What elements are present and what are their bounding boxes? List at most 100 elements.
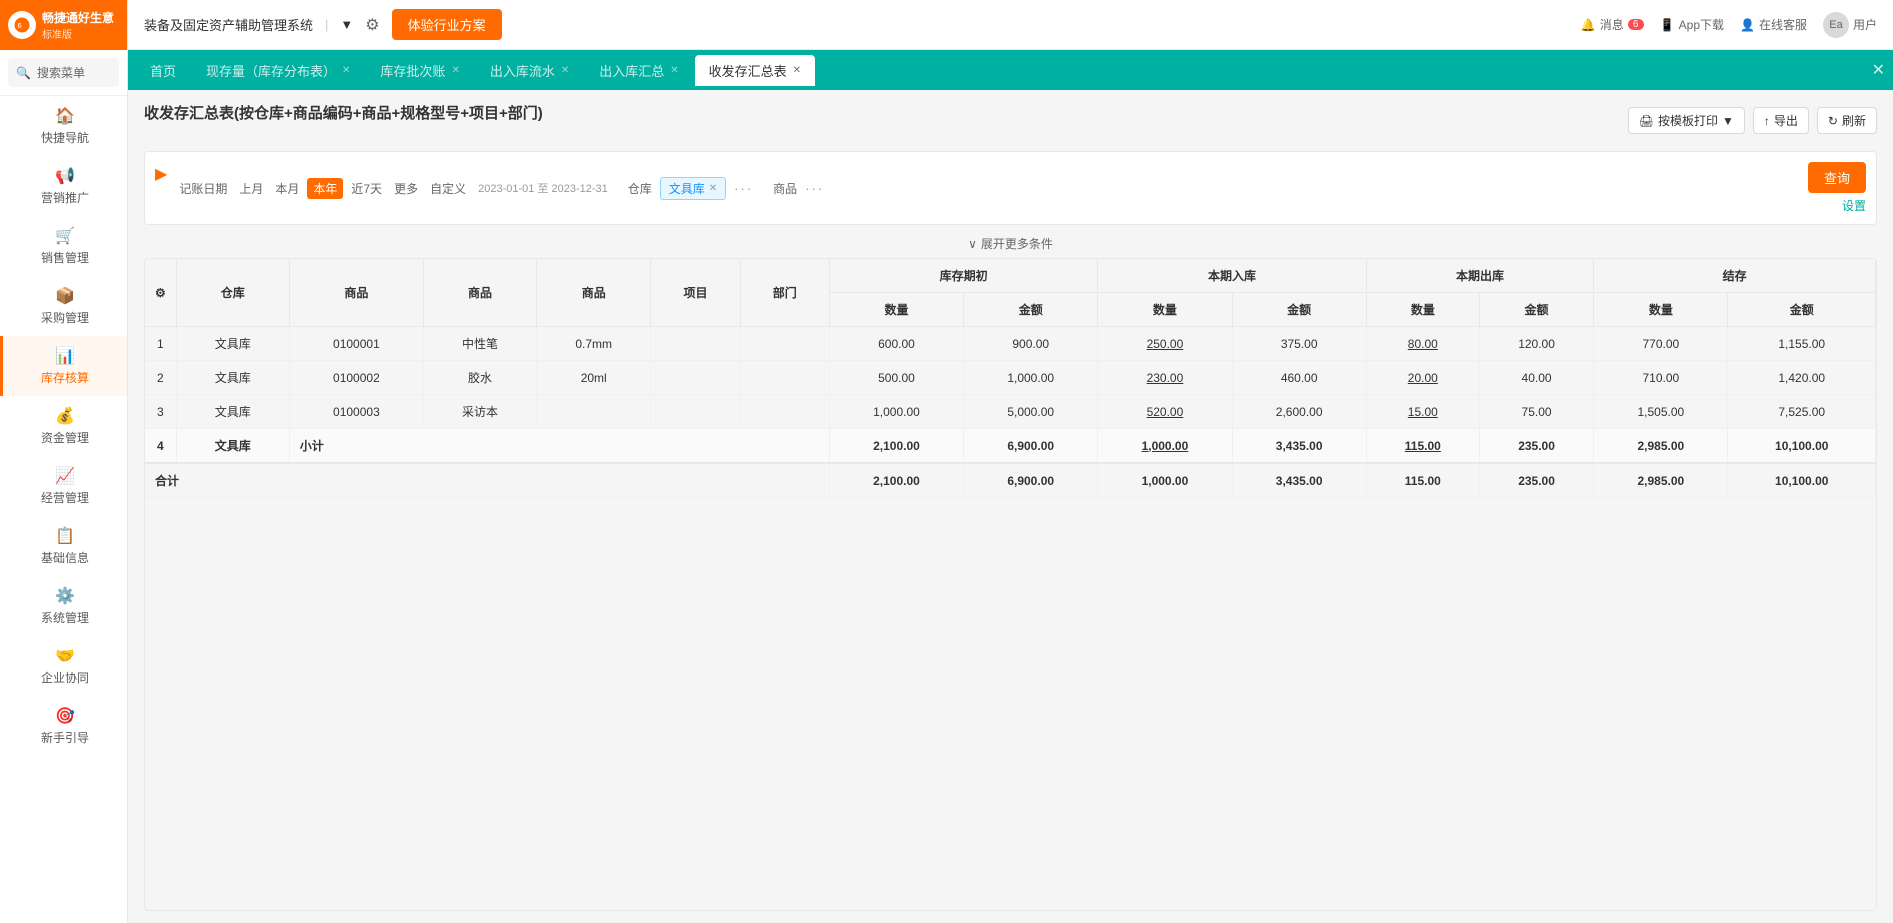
- export-btn[interactable]: ↑ 导出: [1753, 107, 1809, 134]
- tab-close-inout-flow[interactable]: ✕: [561, 65, 569, 76]
- cell-opening-amt: 1,000.00: [964, 361, 1098, 395]
- bell-icon: 🔔: [1581, 18, 1596, 32]
- refresh-btn[interactable]: ↻ 刷新: [1817, 107, 1877, 134]
- cell-goods-code: 0100003: [289, 395, 423, 429]
- export-icon: ↑: [1764, 114, 1770, 128]
- tab-close-batch[interactable]: ✕: [451, 65, 459, 76]
- tab-close-recv-send[interactable]: ✕: [793, 65, 801, 76]
- warehouse-filter-more[interactable]: ···: [734, 181, 753, 196]
- sidebar-item-inventory[interactable]: 📊 库存核算: [0, 336, 127, 396]
- tabs-close-all-btn[interactable]: ✕: [1872, 60, 1885, 80]
- cell-department: [740, 361, 829, 395]
- trial-btn[interactable]: 体验行业方案: [392, 9, 502, 40]
- tab-batch[interactable]: 库存批次账 ✕: [366, 55, 473, 86]
- tab-inout-summary[interactable]: 出入库汇总 ✕: [585, 55, 692, 86]
- page-title: 收发存汇总表(按仓库+商品编码+商品+规格型号+项目+部门): [144, 102, 543, 123]
- date-range-display: 2023-01-01 至 2023-12-31: [478, 180, 608, 196]
- subtotal-in-qty[interactable]: 1,000.00: [1098, 429, 1232, 464]
- th-opening-amt: 金额: [964, 293, 1098, 327]
- sidebar-item-purchase[interactable]: 📦 采购管理: [0, 276, 127, 336]
- print-btn[interactable]: 🖨 按模板打印 ▼: [1628, 107, 1745, 134]
- cell-project: [651, 361, 740, 395]
- finance-icon: 💰: [55, 406, 75, 426]
- cell-warehouse: 文具库: [176, 327, 289, 361]
- logo-icon: 6: [8, 11, 36, 39]
- cell-closing-qty: 710.00: [1594, 361, 1728, 395]
- sidebar-item-basic[interactable]: 📋 基础信息: [0, 516, 127, 576]
- cell-goods-code: 0100002: [289, 361, 423, 395]
- filter-row: 记账日期 上月 本月 本年 近7天 更多 自定义 2023-01-01 至 20…: [179, 162, 1866, 214]
- subtotal-label: 小计: [289, 429, 829, 464]
- search-icon: 🔍: [16, 66, 31, 80]
- expand-conditions-btn[interactable]: ∨ 展开更多条件: [968, 235, 1053, 252]
- filter-toggle-icon[interactable]: ▶: [155, 164, 167, 184]
- tab-stock-dist[interactable]: 现存量（库存分布表） ✕: [192, 55, 364, 86]
- tab-inout-flow[interactable]: 出入库流水 ✕: [476, 55, 583, 86]
- cell-closing-qty: 770.00: [1594, 327, 1728, 361]
- cell-out-qty[interactable]: 80.00: [1366, 327, 1479, 361]
- svg-text:6: 6: [18, 21, 22, 30]
- settings-link[interactable]: 设置: [1842, 197, 1866, 214]
- notifications-btn[interactable]: 🔔 消息 6: [1581, 16, 1644, 33]
- gear-icon[interactable]: ⚙: [155, 286, 166, 300]
- tab-close-inout-summary[interactable]: ✕: [670, 65, 678, 76]
- cell-no: 2: [145, 361, 176, 395]
- app-download-btn[interactable]: 📱 App下载: [1660, 16, 1724, 33]
- table-row: 3 文具库 0100003 采访本 1,000.00 5,000.00 520.…: [145, 395, 1876, 429]
- cell-in-qty[interactable]: 520.00: [1098, 395, 1232, 429]
- quick-nav-icon: 🏠: [55, 106, 75, 126]
- date-btn-more[interactable]: 更多: [390, 178, 422, 199]
- total-in-qty: 1,000.00: [1098, 463, 1232, 498]
- date-filter-group: 记账日期 上月 本月 本年 近7天 更多 自定义 2023-01-01 至 20…: [179, 178, 607, 199]
- th-out-qty: 数量: [1366, 293, 1479, 327]
- sidebar-nav: 🏠 快捷导航 📢 营销推广 🛒 销售管理 📦 采购管理 📊 库存核算 💰 资金管…: [0, 96, 127, 923]
- query-btn[interactable]: 查询: [1808, 162, 1866, 193]
- cell-out-qty[interactable]: 20.00: [1366, 361, 1479, 395]
- sidebar-item-sales[interactable]: 🛒 销售管理: [0, 216, 127, 276]
- cell-out-qty[interactable]: 15.00: [1366, 395, 1479, 429]
- date-btn-this-month[interactable]: 本月: [271, 178, 303, 199]
- sidebar-item-quick-nav[interactable]: 🏠 快捷导航: [0, 96, 127, 156]
- sidebar-item-guide[interactable]: 🎯 新手引导: [0, 696, 127, 756]
- online-service-btn[interactable]: 👤 在线客服: [1740, 16, 1807, 33]
- date-btn-7days[interactable]: 近7天: [347, 178, 386, 199]
- cell-in-amt: 375.00: [1232, 327, 1366, 361]
- cell-goods-name: 胶水: [424, 361, 537, 395]
- date-btn-this-year[interactable]: 本年: [307, 178, 343, 199]
- tab-home[interactable]: 首页: [136, 55, 190, 86]
- subtotal-out-qty[interactable]: 115.00: [1366, 429, 1479, 464]
- cell-goods-name: 采访本: [424, 395, 537, 429]
- th-group-out: 本期出库: [1366, 259, 1593, 293]
- subtotal-row: 4 文具库 小计 2,100.00 6,900.00 1,000.00 3,43…: [145, 429, 1876, 464]
- date-btn-custom[interactable]: 自定义: [426, 178, 470, 199]
- tab-recv-send[interactable]: 收发存汇总表 ✕: [695, 55, 815, 86]
- cell-in-qty[interactable]: 250.00: [1098, 327, 1232, 361]
- sidebar-item-system[interactable]: ⚙️ 系统管理: [0, 576, 127, 636]
- cell-out-amt: 75.00: [1479, 395, 1593, 429]
- sidebar-item-enterprise[interactable]: 🤝 企业协同: [0, 636, 127, 696]
- cell-closing-amt: 1,155.00: [1728, 327, 1876, 361]
- print-icon: 🖨: [1639, 114, 1654, 128]
- management-icon: 📈: [55, 466, 75, 486]
- sidebar-item-finance[interactable]: 💰 资金管理: [0, 396, 127, 456]
- basic-icon: 📋: [55, 526, 75, 546]
- system-switcher[interactable]: ▼: [340, 17, 353, 32]
- warehouse-tag-close-btn[interactable]: ✕: [709, 183, 717, 194]
- th-group-closing: 结存: [1594, 259, 1876, 293]
- cell-in-amt: 2,600.00: [1232, 395, 1366, 429]
- cell-goods-spec: 20ml: [537, 361, 651, 395]
- page-area: 收发存汇总表(按仓库+商品编码+商品+规格型号+项目+部门) 🖨 按模板打印 ▼…: [128, 90, 1893, 923]
- th-goods-code: 商品: [289, 259, 423, 327]
- sidebar-item-management[interactable]: 📈 经营管理: [0, 456, 127, 516]
- date-btn-last-month[interactable]: 上月: [235, 178, 267, 199]
- search-menu-button[interactable]: 🔍 搜索菜单: [8, 58, 119, 87]
- topbar: 装备及固定资产辅助管理系统 | ▼ ⚙ 体验行业方案 🔔 消息 6 📱 App下…: [128, 0, 1893, 50]
- th-group-opening: 库存期初: [829, 259, 1097, 293]
- subtotal-opening-amt: 6,900.00: [964, 429, 1098, 464]
- sidebar-item-marketing[interactable]: 📢 营销推广: [0, 156, 127, 216]
- goods-filter-more[interactable]: ···: [805, 181, 824, 196]
- user-menu-btn[interactable]: Ea 用户: [1823, 12, 1877, 38]
- cell-in-qty[interactable]: 230.00: [1098, 361, 1232, 395]
- gear-settings[interactable]: ⚙: [365, 15, 379, 35]
- tab-close-stock-dist[interactable]: ✕: [342, 65, 350, 76]
